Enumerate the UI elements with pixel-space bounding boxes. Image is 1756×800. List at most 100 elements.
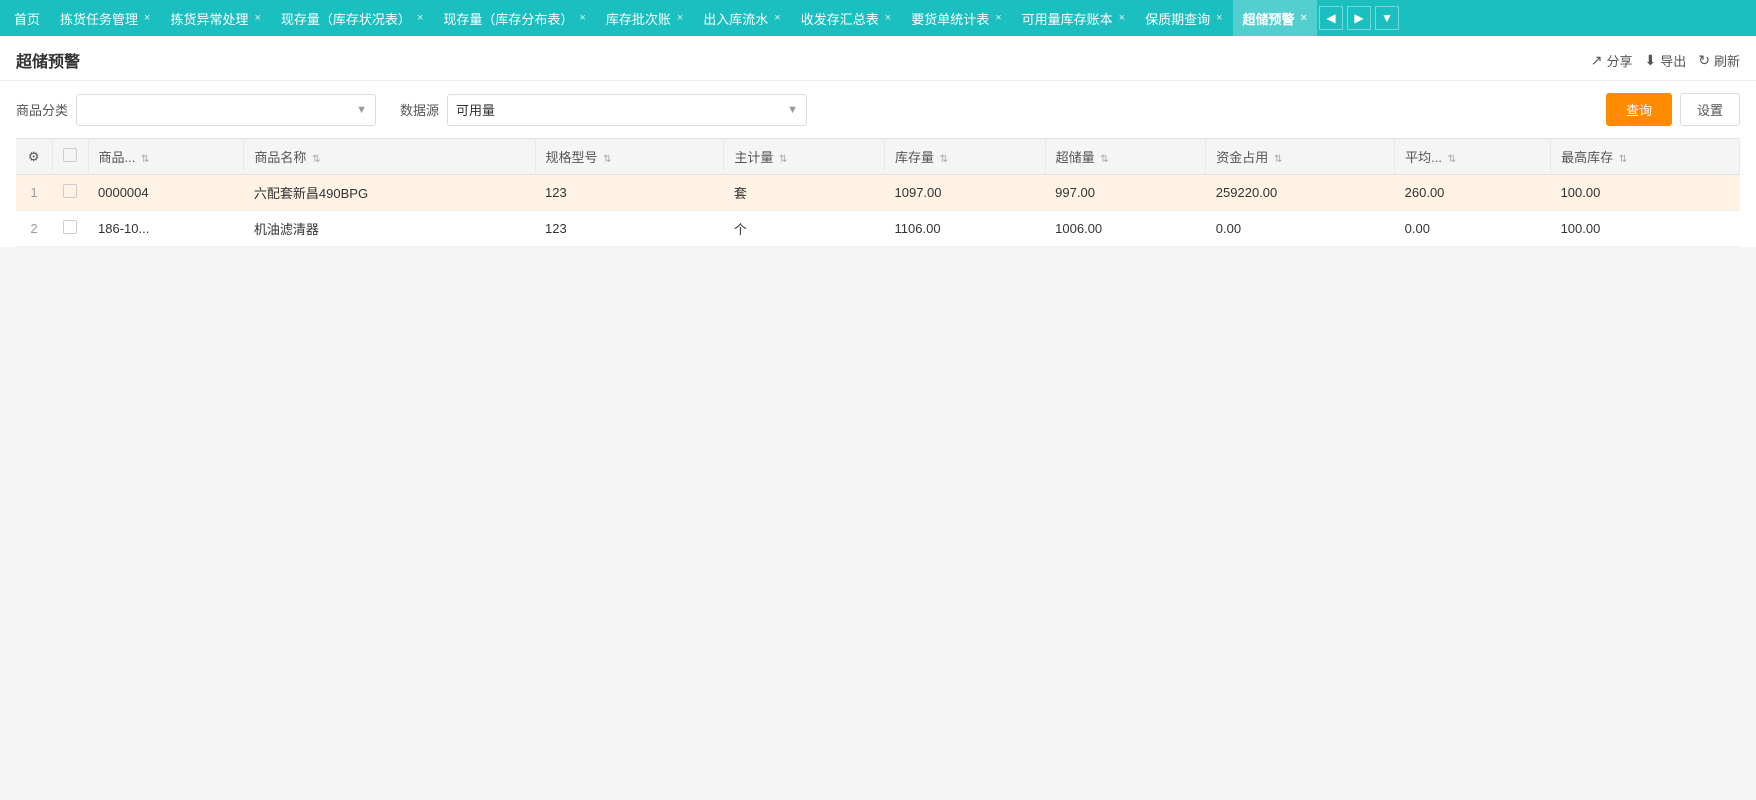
close-collect-icon[interactable]: × bbox=[885, 12, 891, 24]
datasource-arrow-icon: ▼ bbox=[787, 104, 798, 116]
product-code-cell: 186-10... bbox=[88, 211, 244, 247]
unit-cell: 套 bbox=[724, 175, 885, 211]
product-code-cell: 0000004 bbox=[88, 175, 244, 211]
product-name-cell: 六配套新昌490BPG bbox=[244, 175, 535, 211]
nav-abnormal[interactable]: 拣货异常处理 × bbox=[160, 0, 270, 36]
header-checkbox[interactable] bbox=[63, 148, 77, 162]
sort-spec-icon: ⇅ bbox=[603, 154, 611, 165]
export-button[interactable]: ⬇ 导出 bbox=[1645, 51, 1687, 70]
col-overstock[interactable]: 超储量 ⇅ bbox=[1045, 139, 1206, 175]
datasource-label: 数据源 bbox=[400, 100, 439, 119]
category-arrow-icon: ▼ bbox=[356, 104, 367, 116]
sort-stock-icon: ⇅ bbox=[940, 154, 948, 165]
sort-unit-icon: ⇅ bbox=[779, 154, 787, 165]
close-batch-icon[interactable]: × bbox=[677, 12, 683, 24]
col-capital[interactable]: 资金占用 ⇅ bbox=[1206, 139, 1395, 175]
query-button[interactable]: 查询 bbox=[1606, 93, 1672, 126]
nav-quality[interactable]: 保质期查询 × bbox=[1135, 0, 1232, 36]
nav-arrow-right[interactable]: ▶ bbox=[1347, 6, 1371, 30]
table-header-row: ⚙ 商品... ⇅ 商品名称 ⇅ 规格型号 ⇅ bbox=[16, 139, 1740, 175]
header-actions: ↗ 分享 ⬇ 导出 ↻ 刷新 bbox=[1591, 51, 1740, 70]
refresh-icon: ↻ bbox=[1698, 52, 1710, 69]
datasource-value: 可用量 bbox=[456, 100, 495, 119]
close-overstock-icon[interactable]: × bbox=[1301, 12, 1307, 24]
close-order-stat-icon[interactable]: × bbox=[995, 12, 1001, 24]
overstock-cell: 997.00 bbox=[1045, 175, 1206, 211]
table-wrapper: ⚙ 商品... ⇅ 商品名称 ⇅ 规格型号 ⇅ bbox=[0, 138, 1756, 247]
capital-cell: 259220.00 bbox=[1206, 175, 1395, 211]
datasource-filter-group: 数据源 可用量 ▼ bbox=[400, 94, 807, 126]
datasource-select[interactable]: 可用量 ▼ bbox=[447, 94, 807, 126]
sort-capital-icon: ⇅ bbox=[1274, 154, 1282, 165]
nav-arrow-more[interactable]: ▼ bbox=[1375, 6, 1399, 30]
nav-batch[interactable]: 库存批次账 × bbox=[596, 0, 693, 36]
close-in-out-icon[interactable]: × bbox=[774, 12, 780, 24]
col-unit[interactable]: 主计量 ⇅ bbox=[724, 139, 885, 175]
category-label: 商品分类 bbox=[16, 100, 68, 119]
table-row: 2 186-10... 机油滤清器 123 个 1106.00 1006.00 … bbox=[16, 211, 1740, 247]
capital-cell: 0.00 bbox=[1206, 211, 1395, 247]
col-checkbox bbox=[52, 139, 88, 175]
category-filter-group: 商品分类 ▼ bbox=[16, 94, 376, 126]
nav-task-mgmt[interactable]: 拣货任务管理 × bbox=[50, 0, 160, 36]
category-select[interactable]: ▼ bbox=[76, 94, 376, 126]
page-title: 超储预警 bbox=[16, 48, 80, 72]
nav-inventory-status[interactable]: 现存量（库存状况表） × bbox=[271, 0, 433, 36]
sort-avg-icon: ⇅ bbox=[1448, 154, 1456, 165]
sort-product-code-icon: ⇅ bbox=[141, 154, 149, 165]
sort-max-stock-icon: ⇅ bbox=[1619, 154, 1627, 165]
close-quality-icon[interactable]: × bbox=[1216, 12, 1222, 24]
nav-order-stat[interactable]: 要货单统计表 × bbox=[901, 0, 1011, 36]
filter-actions: 查询 设置 bbox=[1606, 93, 1740, 126]
nav-in-out[interactable]: 出入库流水 × bbox=[693, 0, 790, 36]
avg-cell: 0.00 bbox=[1395, 211, 1551, 247]
settings-button[interactable]: 设置 bbox=[1680, 93, 1740, 126]
close-inventory-dist-icon[interactable]: × bbox=[579, 12, 585, 24]
nav-home[interactable]: 首页 bbox=[4, 0, 50, 36]
col-product-name[interactable]: 商品名称 ⇅ bbox=[244, 139, 535, 175]
share-button[interactable]: ↗ 分享 bbox=[1591, 51, 1633, 70]
page-container: 超储预警 ↗ 分享 ⬇ 导出 ↻ 刷新 商品分类 ▼ 数据源 bbox=[0, 36, 1756, 247]
row-checkbox-cell bbox=[52, 211, 88, 247]
top-navigation: 首页 拣货任务管理 × 拣货异常处理 × 现存量（库存状况表） × 现存量（库存… bbox=[0, 0, 1756, 36]
product-name-cell: 机油滤清器 bbox=[244, 211, 535, 247]
page-header: 超储预警 ↗ 分享 ⬇ 导出 ↻ 刷新 bbox=[0, 36, 1756, 81]
close-inventory-status-icon[interactable]: × bbox=[417, 12, 423, 24]
nav-inventory-dist[interactable]: 现存量（库存分布表） × bbox=[433, 0, 595, 36]
col-spec[interactable]: 规格型号 ⇅ bbox=[535, 139, 724, 175]
sort-overstock-icon: ⇅ bbox=[1100, 154, 1108, 165]
row-num-cell: 2 bbox=[16, 211, 52, 247]
col-stock[interactable]: 库存量 ⇅ bbox=[885, 139, 1046, 175]
close-abnormal-icon[interactable]: × bbox=[254, 12, 260, 24]
share-icon: ↗ bbox=[1591, 52, 1603, 69]
close-task-mgmt-icon[interactable]: × bbox=[144, 12, 150, 24]
spec-cell: 123 bbox=[535, 211, 724, 247]
max-stock-cell: 100.00 bbox=[1551, 211, 1740, 247]
nav-collect[interactable]: 收发存汇总表 × bbox=[791, 0, 901, 36]
data-table: ⚙ 商品... ⇅ 商品名称 ⇅ 规格型号 ⇅ bbox=[16, 138, 1740, 247]
nav-overstock[interactable]: 超储预警 × bbox=[1233, 0, 1317, 36]
overstock-cell: 1006.00 bbox=[1045, 211, 1206, 247]
refresh-button[interactable]: ↻ 刷新 bbox=[1698, 51, 1740, 70]
col-settings[interactable]: ⚙ bbox=[16, 139, 52, 175]
col-product-code[interactable]: 商品... ⇅ bbox=[88, 139, 244, 175]
row-num-cell: 1 bbox=[16, 175, 52, 211]
unit-cell: 个 bbox=[724, 211, 885, 247]
spec-cell: 123 bbox=[535, 175, 724, 211]
stock-cell: 1106.00 bbox=[885, 211, 1046, 247]
row-checkbox[interactable] bbox=[63, 184, 77, 198]
table-row: 1 0000004 六配套新昌490BPG 123 套 1097.00 997.… bbox=[16, 175, 1740, 211]
sort-product-name-icon: ⇅ bbox=[312, 154, 320, 165]
export-icon: ⬇ bbox=[1645, 52, 1657, 69]
col-avg[interactable]: 平均... ⇅ bbox=[1395, 139, 1551, 175]
close-available-icon[interactable]: × bbox=[1119, 12, 1125, 24]
nav-available[interactable]: 可用量库存账本 × bbox=[1012, 0, 1135, 36]
col-max-stock[interactable]: 最高库存 ⇅ bbox=[1551, 139, 1740, 175]
stock-cell: 1097.00 bbox=[885, 175, 1046, 211]
filter-area: 商品分类 ▼ 数据源 可用量 ▼ 查询 设置 bbox=[0, 81, 1756, 138]
row-checkbox[interactable] bbox=[63, 220, 77, 234]
nav-arrow-left[interactable]: ◀ bbox=[1319, 6, 1343, 30]
settings-icon: ⚙ bbox=[28, 149, 40, 164]
row-checkbox-cell bbox=[52, 175, 88, 211]
avg-cell: 260.00 bbox=[1395, 175, 1551, 211]
